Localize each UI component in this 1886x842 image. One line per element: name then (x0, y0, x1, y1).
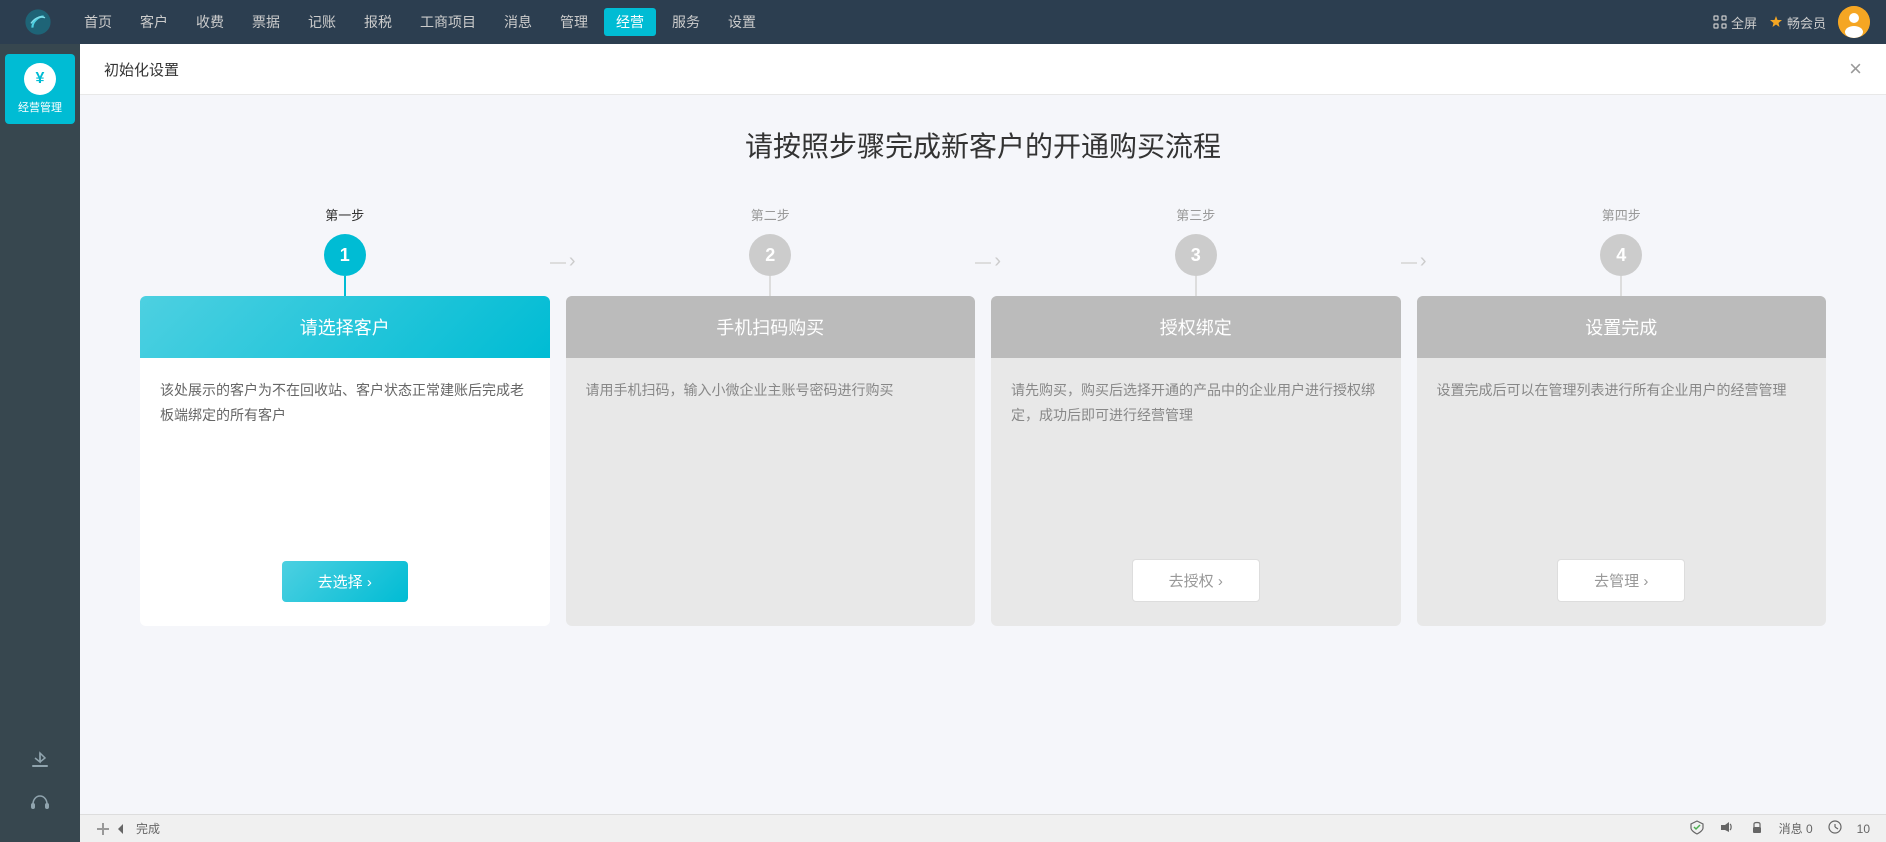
main-title: 请按照步骤完成新客户的开通购买流程 (120, 125, 1846, 165)
go-auth-button[interactable]: 去授权 › (1132, 559, 1260, 602)
status-right: 消息 0 10 (1689, 819, 1870, 838)
sidebar: ¥ 经营管理 (0, 44, 80, 842)
lock-icon (1749, 819, 1765, 838)
content-body: 请按照步骤完成新客户的开通购买流程 第一步 1 › (80, 95, 1886, 814)
step-card-1: 请选择客户 该处展示的客户为不在回收站、客户状态正常建账后完成老板端绑定的所有客… (140, 296, 550, 626)
connector-2-3: › (975, 262, 991, 264)
step-card-3: 授权绑定 请先购买，购买后选择开通的产品中的企业用户进行授权绑定，成功后即可进行… (991, 296, 1401, 626)
card-1-body: 该处展示的客户为不在回收站、客户状态正常建账后完成老板端绑定的所有客户 (140, 358, 550, 545)
operation-icon: ¥ (24, 63, 56, 95)
steps-header: 第一步 1 › 第二步 2 › (140, 205, 1826, 296)
member-btn[interactable]: 畅会员 (1769, 13, 1826, 32)
nav-fee[interactable]: 收费 (184, 8, 236, 36)
step-2-circle: 2 (749, 234, 791, 276)
nav-invoice[interactable]: 票据 (240, 8, 292, 36)
connector-1-2: › (550, 262, 566, 264)
main-layout: ¥ 经营管理 初始化设置 × 请按照步骤完成新客户的开通购买流程 (0, 44, 1886, 842)
clock-icon (1827, 819, 1843, 838)
top-nav: 首页 客户 收费 票据 记账 报税 工商项目 消息 管理 经营 服务 设置 全屏… (0, 0, 1886, 44)
fullscreen-btn[interactable]: 全屏 (1713, 13, 1757, 32)
card-4-body: 设置完成后可以在管理列表进行所有企业用户的经营管理 (1417, 358, 1827, 543)
nav-account[interactable]: 记账 (296, 8, 348, 36)
sidebar-bottom (22, 742, 58, 842)
app-logo (16, 0, 60, 44)
content-header: 初始化设置 × (80, 44, 1886, 95)
step-3-connector-down (1195, 276, 1197, 296)
step-1-circle: 1 (324, 234, 366, 276)
card-3-footer: 去授权 › (991, 543, 1401, 626)
step-header-1: 第一步 1 (140, 205, 550, 296)
card-4-header: 设置完成 (1417, 296, 1827, 358)
volume-icon[interactable] (1719, 819, 1735, 838)
step-3-label: 第三步 (1176, 205, 1215, 224)
nav-tax[interactable]: 报税 (352, 8, 404, 36)
cards-row: 请选择客户 该处展示的客户为不在回收站、客户状态正常建账后完成老板端绑定的所有客… (140, 296, 1826, 626)
page-title: 初始化设置 (104, 59, 179, 80)
step-3-circle: 3 (1175, 234, 1217, 276)
step-4-circle: 4 (1600, 234, 1642, 276)
nav-customer[interactable]: 客户 (128, 8, 180, 36)
status-left: 完成 (96, 820, 160, 837)
download-icon[interactable] (22, 742, 58, 778)
nav-service[interactable]: 服务 (660, 8, 712, 36)
card-1-footer: 去选择 › (140, 545, 550, 626)
status-bar: 完成 消息 0 10 (80, 814, 1886, 842)
step-card-2: 手机扫码购买 请用手机扫码，输入小微企业主账号密码进行购买 (566, 296, 976, 626)
step-header-2: 第二步 2 (566, 205, 976, 296)
user-avatar[interactable] (1838, 6, 1870, 38)
content-area: 初始化设置 × 请按照步骤完成新客户的开通购买流程 第一步 1 › (80, 44, 1886, 842)
sidebar-item-label: 经营管理 (18, 101, 62, 115)
shield-icon (1689, 819, 1705, 838)
step-4-connector-down (1620, 276, 1622, 296)
card-3-header: 授权绑定 (991, 296, 1401, 358)
card-2-header: 手机扫码购买 (566, 296, 976, 358)
nav-settings[interactable]: 设置 (716, 8, 768, 36)
nav-home[interactable]: 首页 (72, 8, 124, 36)
step-header-4: 第四步 4 (1417, 205, 1827, 296)
steps-container: 第一步 1 › 第二步 2 › (120, 205, 1846, 626)
nav-operation[interactable]: 经营 (604, 8, 656, 36)
card-2-body: 请用手机扫码，输入小微企业主账号密码进行购买 (566, 358, 976, 586)
nav-message[interactable]: 消息 (492, 8, 544, 36)
card-1-header: 请选择客户 (140, 296, 550, 358)
step-1-label: 第一步 (325, 205, 364, 224)
step-2-connector-down (769, 276, 771, 296)
step-header-3: 第三步 3 (991, 205, 1401, 296)
nav-business[interactable]: 工商项目 (408, 8, 488, 36)
message-count: 消息 0 (1779, 820, 1813, 837)
status-text: 完成 (136, 820, 160, 837)
step-2-label: 第二步 (751, 205, 790, 224)
time-display: 10 (1857, 822, 1870, 836)
card-2-footer (566, 586, 976, 626)
sidebar-item-operation[interactable]: ¥ 经营管理 (5, 54, 75, 124)
step-1-connector-down (344, 276, 346, 296)
step-card-4: 设置完成 设置完成后可以在管理列表进行所有企业用户的经营管理 去管理 › (1417, 296, 1827, 626)
card-4-footer: 去管理 › (1417, 543, 1827, 626)
nav-manage[interactable]: 管理 (548, 8, 600, 36)
headset-icon[interactable] (22, 786, 58, 822)
step-4-label: 第四步 (1602, 205, 1641, 224)
go-manage-button[interactable]: 去管理 › (1557, 559, 1685, 602)
card-3-body: 请先购买，购买后选择开通的产品中的企业用户进行授权绑定，成功后即可进行经营管理 (991, 358, 1401, 543)
connector-3-4: › (1401, 262, 1417, 264)
go-select-button[interactable]: 去选择 › (282, 561, 408, 602)
close-button[interactable]: × (1849, 58, 1862, 80)
